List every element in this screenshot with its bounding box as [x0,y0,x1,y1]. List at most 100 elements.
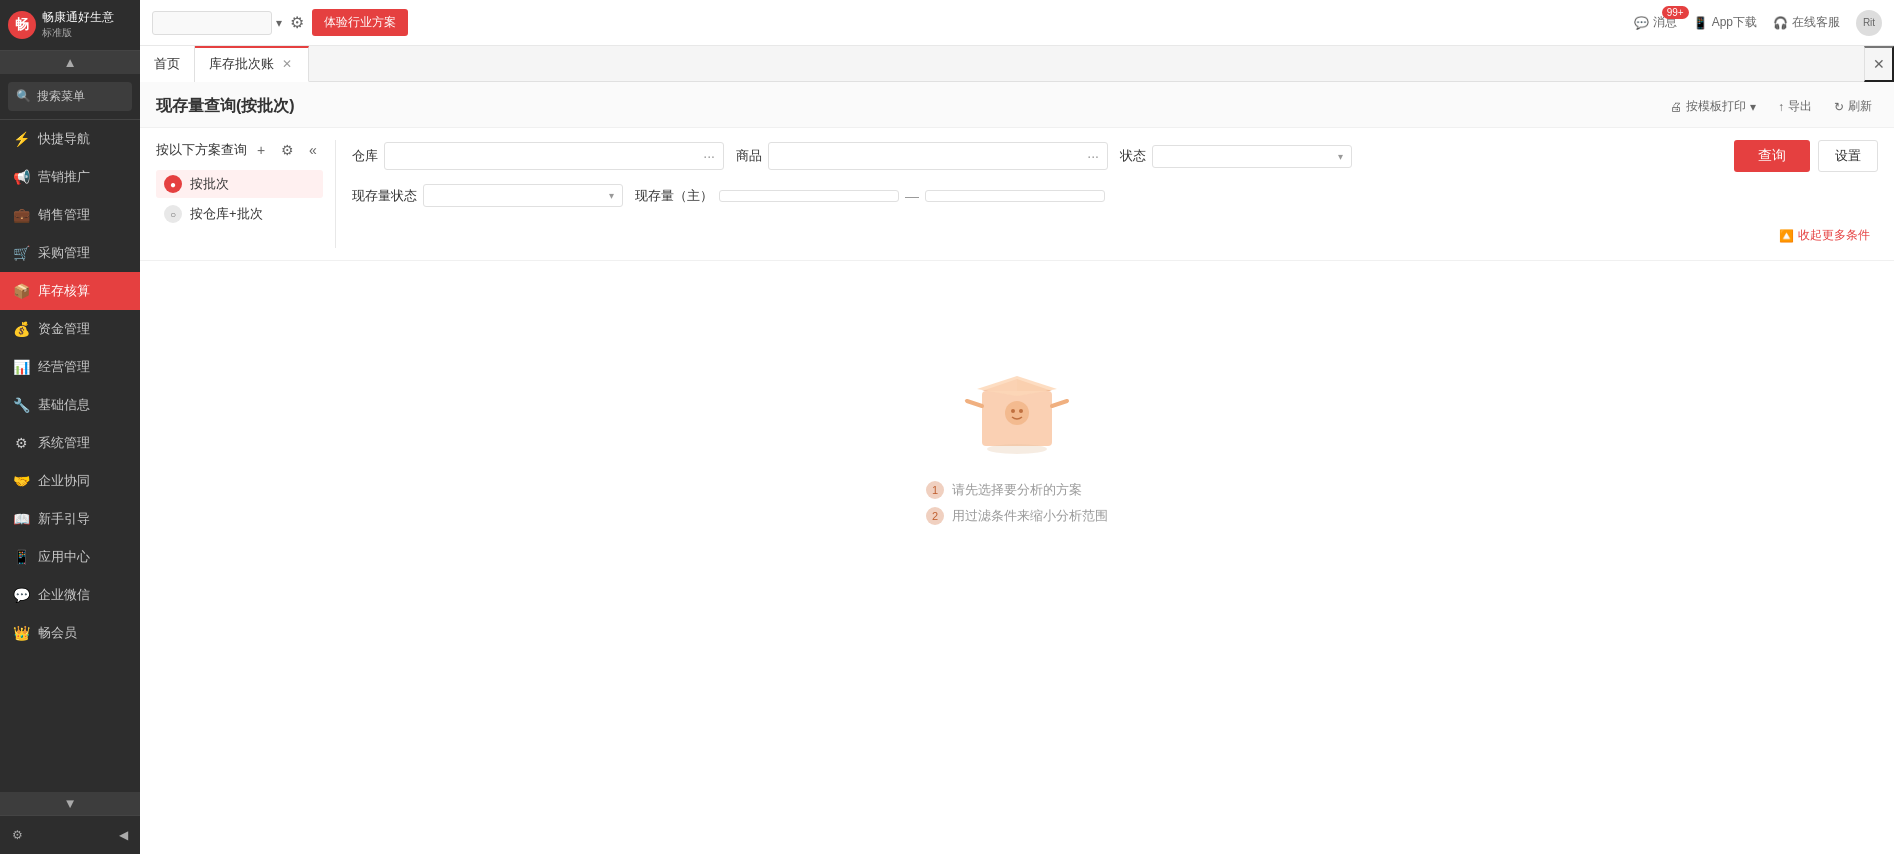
refresh-button[interactable]: ↻ 刷新 [1828,94,1878,119]
topbar-left: ▾ ⚙ 体验行业方案 [152,9,1626,36]
plan-warehouse-batch-label: 按仓库+批次 [190,205,263,223]
topbar-search: ▾ [152,11,282,35]
sidebar-item-13[interactable]: 👑畅会员 [0,614,140,652]
tabs-close-all-button[interactable]: ✕ [1864,46,1894,82]
trial-button[interactable]: 体验行业方案 [312,9,408,36]
nav-icon-11: 📱 [12,548,30,566]
collapse-more-button[interactable]: 🔼 收起更多条件 [1771,223,1878,248]
export-icon: ↑ [1778,100,1784,114]
nav-label-10: 新手引导 [38,510,90,528]
sidebar-item-6[interactable]: 📊经营管理 [0,348,140,386]
nav-icon-3: 🛒 [12,244,30,262]
svg-point-9 [987,444,1047,454]
search-menu-label: 搜索菜单 [37,88,85,105]
inventory-qty-from[interactable] [719,190,899,202]
product-field: 商品 ··· [736,142,1108,170]
topbar-settings-button[interactable]: ⚙ [290,13,304,32]
print-template-button[interactable]: 🖨 按模板打印 ▾ [1664,94,1762,119]
topbar-dropdown-button[interactable]: ▾ [276,16,282,30]
filter-left: 按以下方案查询 + ⚙ « ● 按批次 ○ 按仓库+批次 [156,140,336,248]
nav-label-12: 企业微信 [38,586,90,604]
warehouse-dots: ··· [703,148,715,164]
sidebar-item-3[interactable]: 🛒采购管理 [0,234,140,272]
plan-settings-button[interactable]: ⚙ [277,140,297,160]
inventory-qty-label: 现存量（主） [635,187,713,205]
sidebar-item-10[interactable]: 📖新手引导 [0,500,140,538]
app-download-button[interactable]: 📱 App下载 [1693,14,1757,31]
sidebar-item-1[interactable]: 📢 营销推广 [0,158,140,196]
nav-icon-12: 💬 [12,586,30,604]
nav-label-5: 资金管理 [38,320,90,338]
messages-button[interactable]: 💬 消息 99+ [1634,14,1677,31]
sidebar-item-8[interactable]: ⚙系统管理 [0,424,140,462]
app-download-icon: 📱 [1693,16,1708,30]
empty-hint-2: 2 用过滤条件来缩小分析范围 [926,507,1108,525]
sidebar-item-0[interactable]: ⚡快捷导航 [0,120,140,158]
nav-label-2: 销售管理 [38,206,90,224]
sidebar-item-5[interactable]: 💰资金管理 [0,310,140,348]
tab-inventory-batch[interactable]: 库存批次账 ✕ [195,46,309,82]
sidebar-settings-button[interactable]: ⚙ [8,824,27,846]
print-icon: 🖨 [1670,100,1682,114]
nav-icon-0: ⚡ [12,130,30,148]
plan-item-batch[interactable]: ● 按批次 [156,170,323,198]
sidebar-search: 🔍 搜索菜单 [0,74,140,120]
empty-illustration [957,341,1077,461]
product-input[interactable]: ··· [768,142,1108,170]
messages-icon: 💬 [1634,16,1649,30]
sidebar-scroll-up[interactable]: ▲ [0,51,140,74]
svg-point-5 [1011,409,1015,413]
nav-icon-6: 📊 [12,358,30,376]
sidebar-item-11[interactable]: 📱 应用中心 [0,538,140,576]
sidebar-item-7[interactable]: 🔧基础信息 [0,386,140,424]
user-avatar[interactable]: Rit [1856,10,1882,36]
inventory-status-chevron-icon: ▾ [609,190,614,201]
sidebar-collapse-button[interactable]: ◀ [115,824,132,846]
hint-text-2: 用过滤条件来缩小分析范围 [952,507,1108,525]
inventory-qty-field: 现存量（主） — [635,187,1105,205]
empty-state: 1 请先选择要分析的方案 2 用过滤条件来缩小分析范围 [140,261,1894,605]
nav-label-1: 营销推广 [38,168,90,186]
add-plan-button[interactable]: + [251,140,271,160]
refresh-label: 刷新 [1848,98,1872,115]
inventory-status-field: 现存量状态 ▾ [352,184,623,207]
topbar-right: 💬 消息 99+ 📱 App下载 🎧 在线客服 Rit [1634,10,1882,36]
sidebar-item-2[interactable]: 💼销售管理 [0,196,140,234]
tab-home-label: 首页 [154,55,180,73]
plan-collapse-button[interactable]: « [303,140,323,160]
topbar-search-input[interactable] [152,11,272,35]
empty-svg [957,341,1077,461]
tab-home[interactable]: 首页 [140,46,195,82]
status-select[interactable]: ▾ [1152,145,1352,168]
warehouse-input[interactable]: ··· [384,142,724,170]
sidebar-item-12[interactable]: 💬 企业微信 [0,576,140,614]
filter-row-2: 现存量状态 ▾ 现存量（主） — [352,184,1878,207]
inventory-qty-to[interactable] [925,190,1105,202]
page-content: 现存量查询(按批次) 🖨 按模板打印 ▾ ↑ 导出 ↻ 刷新 [140,82,1894,854]
tab-close-button[interactable]: ✕ [280,57,294,71]
app-download-label: App下载 [1712,14,1757,31]
nav-icon-8: ⚙ [12,434,30,452]
filter-settings-button[interactable]: 设置 [1818,140,1878,172]
online-support-button[interactable]: 🎧 在线客服 [1773,14,1840,31]
nav-label-11: 应用中心 [38,548,90,566]
filter-left-header: 按以下方案查询 + ⚙ « [156,140,323,160]
sidebar-item-9[interactable]: 🤝企业协同 [0,462,140,500]
plan-item-warehouse-batch[interactable]: ○ 按仓库+批次 [156,200,323,228]
nav-icon-9: 🤝 [12,472,30,490]
brand: 畅 畅康通好生意 标准版 [8,10,132,40]
messages-badge: 99+ [1662,6,1689,19]
search-menu-button[interactable]: 🔍 搜索菜单 [8,82,132,111]
query-button[interactable]: 查询 [1734,140,1810,172]
sidebar-item-4[interactable]: 📦库存核算 [0,272,140,310]
nav-icon-1: 📢 [12,168,30,186]
warehouse-label: 仓库 [352,147,378,165]
sidebar-scroll-down[interactable]: ▼ [0,792,140,815]
export-button[interactable]: ↑ 导出 [1772,94,1818,119]
export-label: 导出 [1788,98,1812,115]
refresh-icon: ↻ [1834,100,1844,114]
filter-left-title: 按以下方案查询 [156,141,247,159]
inventory-status-select[interactable]: ▾ [423,184,623,207]
avatar-text: Rit [1863,17,1875,28]
empty-hints: 1 请先选择要分析的方案 2 用过滤条件来缩小分析范围 [926,481,1108,525]
